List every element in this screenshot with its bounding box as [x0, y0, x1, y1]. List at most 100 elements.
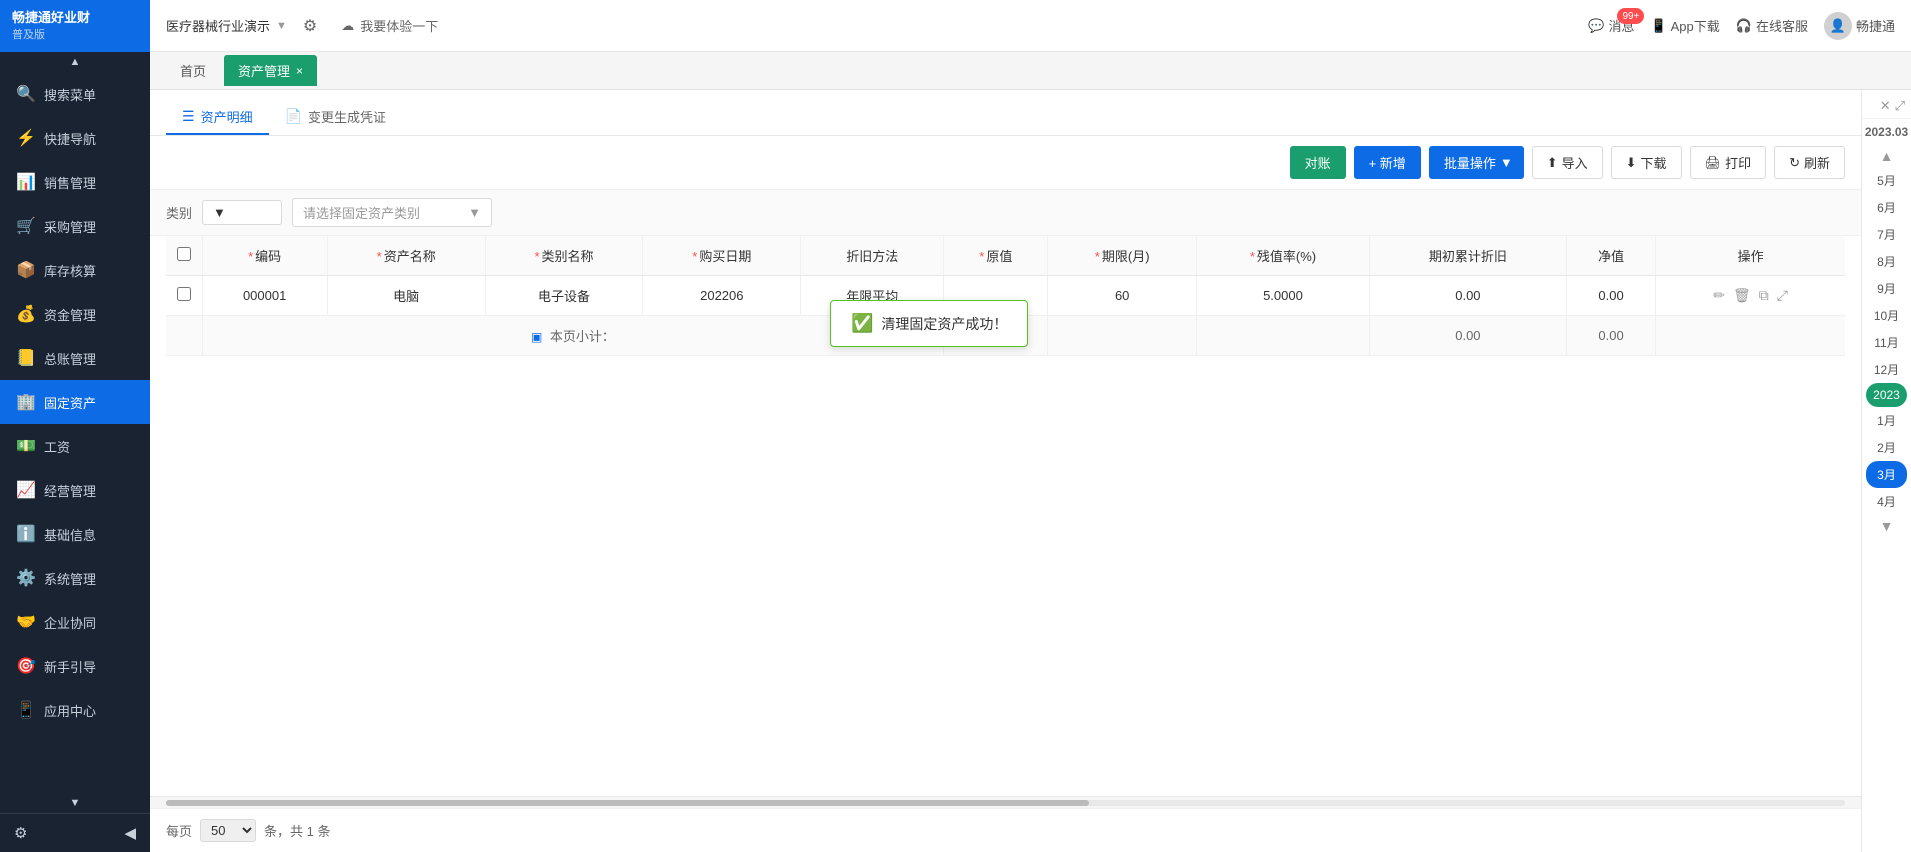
tab-home[interactable]: 首页	[166, 55, 220, 86]
gear-icon[interactable]: ⚙	[303, 16, 317, 36]
category-select[interactable]: ▼	[202, 200, 282, 225]
right-month-1[interactable]: 1月	[1862, 407, 1911, 434]
sidebar-item-purchase[interactable]: 🛒 采购管理	[0, 204, 150, 248]
edit-icon[interactable]: ✏	[1713, 287, 1725, 304]
right-month-10[interactable]: 10月	[1862, 302, 1911, 329]
sidebar-item-search[interactable]: 🔍 搜索菜单	[0, 72, 150, 116]
import-icon: ⬆	[1547, 155, 1558, 171]
right-month-12[interactable]: 12月	[1862, 356, 1911, 383]
sidebar-item-operations[interactable]: 📈 经营管理	[0, 468, 150, 512]
right-month-11[interactable]: 11月	[1862, 329, 1911, 356]
sidebar-item-system[interactable]: ⚙️ 系统管理	[0, 556, 150, 600]
expand-panel-icon[interactable]: ⤢	[1895, 98, 1905, 114]
inventory-icon: 📦	[16, 260, 34, 280]
tab-home-label: 首页	[180, 64, 206, 79]
right-month-4[interactable]: 4月	[1862, 488, 1911, 515]
tab-asset-mgmt[interactable]: 资产管理 ×	[224, 55, 317, 86]
sidebar-item-apps[interactable]: 📱 应用中心	[0, 688, 150, 732]
sidebar-scroll-up[interactable]: ▲	[0, 52, 150, 72]
company-selector[interactable]: 医疗器械行业演示 ▼	[166, 16, 287, 35]
col-original-value: *原值	[944, 236, 1048, 276]
user-profile[interactable]: 👤 畅捷通	[1824, 12, 1895, 40]
message-btn[interactable]: 💬 消息 99+	[1588, 16, 1634, 35]
import-button[interactable]: ⬆ 导入	[1532, 146, 1603, 179]
row-checkbox[interactable]	[177, 287, 191, 301]
reconcile-button[interactable]: 对账	[1290, 146, 1346, 179]
sidebar-logo: 畅捷通好业财 普及版	[0, 0, 150, 52]
subtotal-empty-rate	[1197, 316, 1370, 356]
sidebar-item-basic-info[interactable]: ℹ️ 基础信息	[0, 512, 150, 556]
apps-icon: 📱	[16, 700, 34, 720]
batch-dropdown-icon: ▼	[1500, 155, 1513, 170]
cell-category: 电子设备	[485, 276, 643, 316]
experience-btn[interactable]: ☁ 我要体验一下	[341, 16, 438, 35]
subtotal-icon: ▣	[531, 330, 542, 344]
right-month-5[interactable]: 5月	[1862, 167, 1911, 194]
delete-icon[interactable]: 🗑	[1733, 287, 1751, 304]
page-size-select[interactable]: 50 100 200	[200, 819, 256, 842]
right-month-7[interactable]: 7月	[1862, 221, 1911, 248]
select-all-checkbox[interactable]	[177, 247, 191, 261]
subtab-bar: ☰ 资产明细 📄 变更生成凭证	[150, 90, 1861, 136]
sidebar-item-inventory[interactable]: 📦 库存核算	[0, 248, 150, 292]
right-month-2[interactable]: 2月	[1862, 434, 1911, 461]
col-category: *类别名称	[485, 236, 643, 276]
sidebar-item-sales[interactable]: 📊 销售管理	[0, 160, 150, 204]
tab-close-icon[interactable]: ×	[296, 64, 303, 78]
copy-icon[interactable]: ⧉	[1759, 287, 1769, 304]
right-month-9[interactable]: 9月	[1862, 275, 1911, 302]
sidebar-item-collab[interactable]: 🤝 企业协同	[0, 600, 150, 644]
sidebar-item-guide[interactable]: 🎯 新手引导	[0, 644, 150, 688]
subtotal-empty-period	[1048, 316, 1197, 356]
batch-ops-button[interactable]: 批量操作 ▼	[1429, 146, 1524, 179]
company-arrow-icon: ▼	[276, 20, 287, 32]
avatar: 👤	[1824, 12, 1852, 40]
list-icon: ☰	[182, 108, 195, 125]
topbar-right: 💬 消息 99+ 📱 App下载 🎧 在线客服 👤 畅捷通	[1588, 12, 1895, 40]
bottom-scrollbar[interactable]	[150, 796, 1861, 808]
message-icon: 💬	[1588, 18, 1604, 34]
refresh-button[interactable]: ↻ 刷新	[1774, 146, 1845, 179]
logo-line1: 畅捷通好业财	[12, 10, 90, 26]
subtab-change-voucher[interactable]: 📄 变更生成凭证	[269, 100, 402, 135]
right-scroll-up[interactable]: ▲	[1877, 145, 1897, 167]
ledger-icon: 📒	[16, 348, 34, 368]
app-download-btn[interactable]: 📱 App下载	[1650, 16, 1719, 35]
refresh-icon: ↻	[1789, 155, 1800, 171]
more-icon[interactable]: ⤢	[1777, 287, 1788, 304]
col-actions: 操作	[1656, 236, 1845, 276]
right-month-3-current[interactable]: 3月	[1866, 461, 1907, 488]
col-depreciation: 折旧方法	[801, 236, 944, 276]
sidebar-bottom: ⚙ ◀	[0, 813, 150, 852]
headset-icon: 🎧	[1736, 18, 1752, 34]
subtotal-empty-check	[166, 316, 202, 356]
subtab-asset-detail[interactable]: ☰ 资产明细	[166, 100, 269, 135]
print-button[interactable]: 🖨 打印	[1690, 146, 1767, 179]
scroll-track	[166, 800, 1845, 806]
sidebar-scroll-down[interactable]: ▼	[0, 793, 150, 813]
cell-purchase-date: 202206	[643, 276, 801, 316]
sidebar-item-quicknav[interactable]: ⚡ 快捷导航	[0, 116, 150, 160]
sidebar-item-ledger[interactable]: 📒 总账管理	[0, 336, 150, 380]
category-input[interactable]: 请选择固定资产类别 ▼	[292, 198, 492, 227]
online-service-btn[interactable]: 🎧 在线客服	[1736, 16, 1808, 35]
settings-icon[interactable]: ⚙	[14, 824, 27, 842]
col-code: *编码	[202, 236, 327, 276]
right-scroll-down[interactable]: ▼	[1877, 515, 1897, 537]
voucher-icon: 📄	[285, 108, 302, 125]
sidebar-item-finance[interactable]: 💰 资金管理	[0, 292, 150, 336]
collapse-icon[interactable]: ◀	[124, 824, 136, 842]
right-month-8[interactable]: 8月	[1862, 248, 1911, 275]
new-button[interactable]: + 新增	[1354, 146, 1421, 179]
download-button[interactable]: ⬇ 下载	[1611, 146, 1682, 179]
sales-icon: 📊	[16, 172, 34, 192]
sidebar-item-label: 固定资产	[44, 393, 96, 412]
right-month-6[interactable]: 6月	[1862, 194, 1911, 221]
close-panel-icon[interactable]: ✕	[1880, 98, 1891, 114]
username-label: 畅捷通	[1856, 16, 1895, 35]
sidebar-item-fixed-assets[interactable]: 🏢 固定资产	[0, 380, 150, 424]
sidebar-item-label: 基础信息	[44, 525, 96, 544]
col-name: *资产名称	[327, 236, 485, 276]
cell-period: 60	[1048, 276, 1197, 316]
sidebar-item-salary[interactable]: 💵 工资	[0, 424, 150, 468]
